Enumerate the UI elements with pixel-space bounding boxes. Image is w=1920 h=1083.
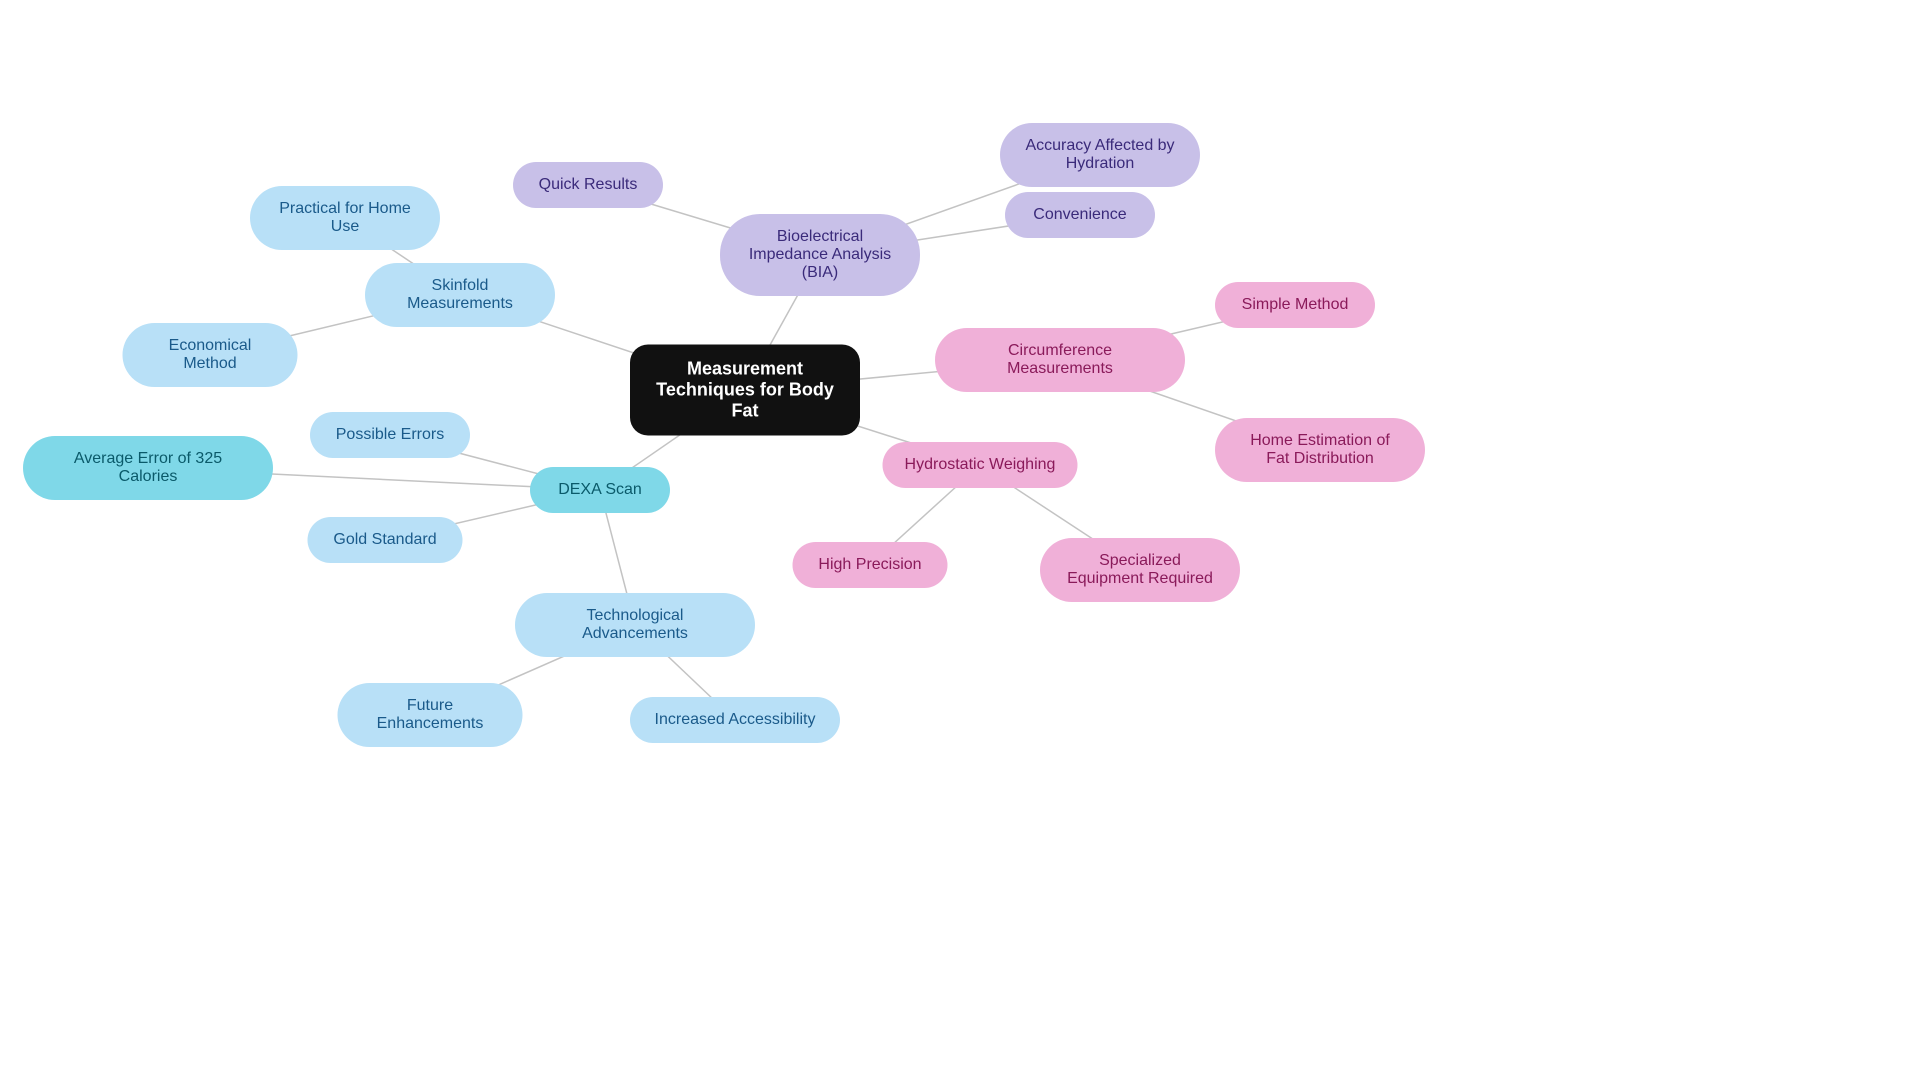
node-quick_results[interactable]: Quick Results — [513, 162, 663, 208]
node-home_estimation[interactable]: Home Estimation of Fat Distribution — [1215, 418, 1425, 482]
node-dexa[interactable]: DEXA Scan — [530, 467, 670, 513]
node-average_error[interactable]: Average Error of 325 Calories — [23, 436, 273, 500]
node-simple_method[interactable]: Simple Method — [1215, 282, 1375, 328]
node-increased_accessibility[interactable]: Increased Accessibility — [630, 697, 840, 743]
node-skinfold[interactable]: Skinfold Measurements — [365, 263, 555, 327]
node-circumference[interactable]: Circumference Measurements — [935, 328, 1185, 392]
connections-svg — [0, 0, 1920, 1083]
node-possible_errors[interactable]: Possible Errors — [310, 412, 470, 458]
node-future_enhancements[interactable]: Future Enhancements — [338, 683, 523, 747]
node-specialized_equip[interactable]: Specialized Equipment Required — [1040, 538, 1240, 602]
node-center[interactable]: Measurement Techniques for Body Fat — [630, 345, 860, 436]
node-convenience[interactable]: Convenience — [1005, 192, 1155, 238]
mindmap-container: Measurement Techniques for Body Fat Bioel… — [0, 0, 1920, 1083]
node-high_precision[interactable]: High Precision — [793, 542, 948, 588]
node-bia[interactable]: Bioelectrical Impedance Analysis (BIA) — [720, 214, 920, 296]
node-accuracy_hydration[interactable]: Accuracy Affected by Hydration — [1000, 123, 1200, 187]
node-tech_advancements[interactable]: Technological Advancements — [515, 593, 755, 657]
node-gold_standard[interactable]: Gold Standard — [308, 517, 463, 563]
node-economical[interactable]: Economical Method — [123, 323, 298, 387]
node-hydrostatic[interactable]: Hydrostatic Weighing — [883, 442, 1078, 488]
node-practical_home[interactable]: Practical for Home Use — [250, 186, 440, 250]
